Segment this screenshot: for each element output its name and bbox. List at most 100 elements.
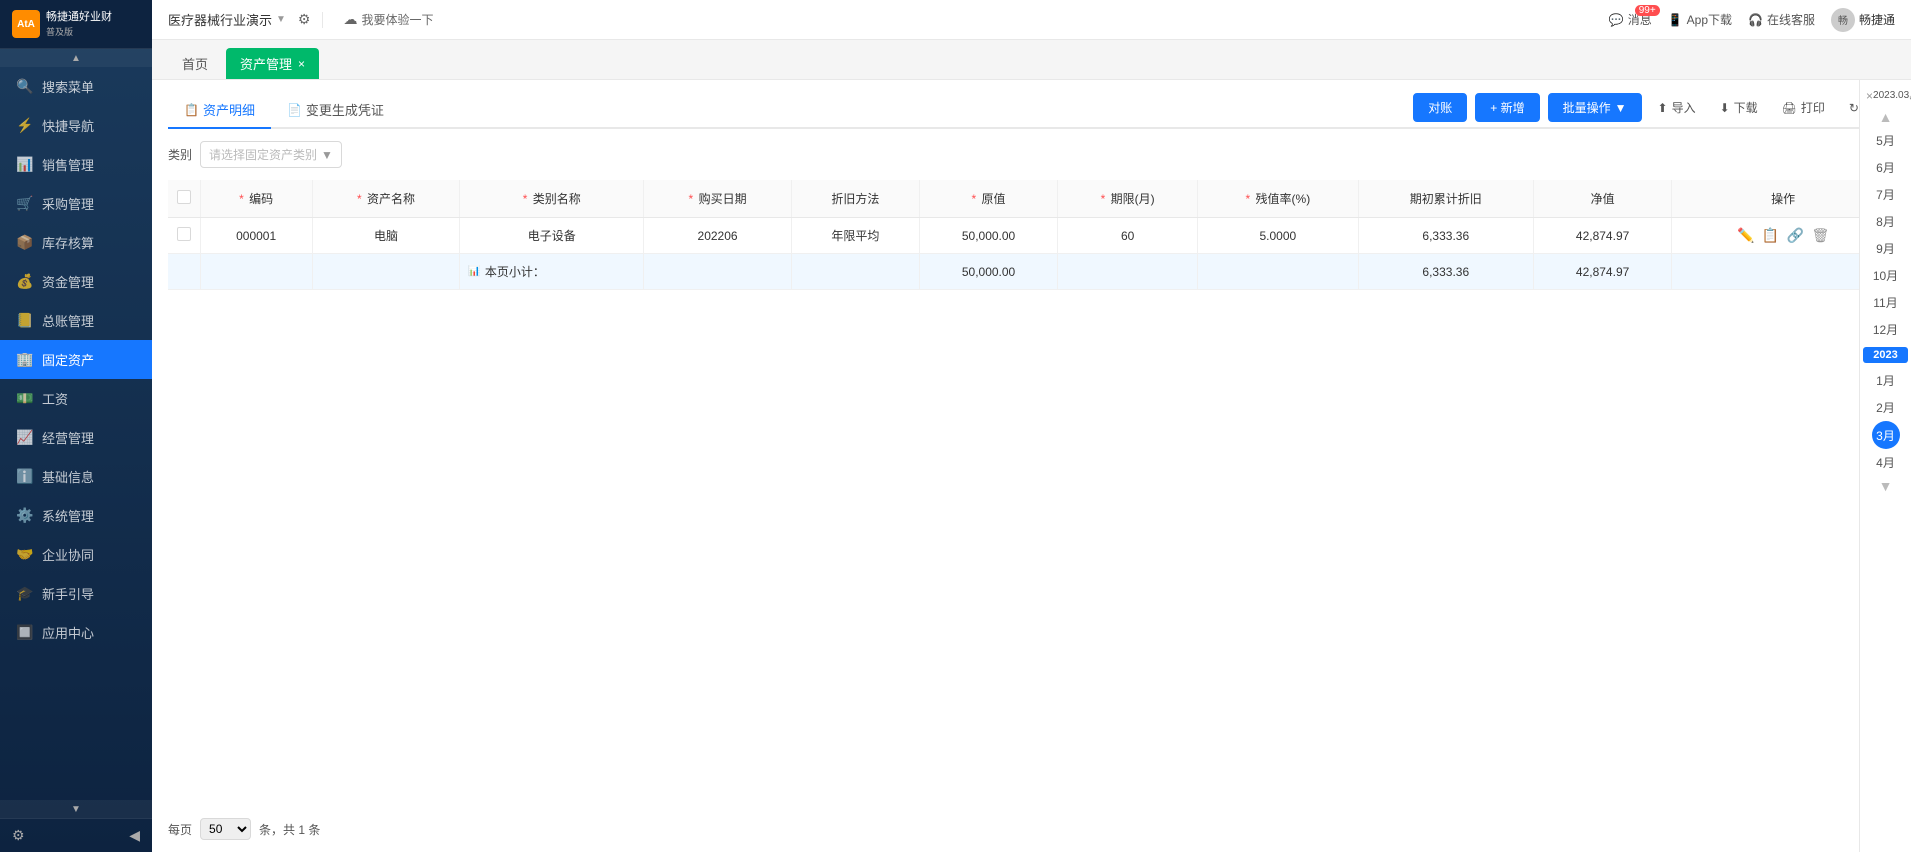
month-6[interactable]: 6月 [1860, 154, 1911, 181]
delete-btn[interactable]: 🗑 [1811, 227, 1829, 243]
month-mar-active[interactable]: 3月 [1872, 421, 1900, 449]
sidebar-item-search[interactable]: 🔍 搜索菜单 [0, 67, 152, 106]
download-btn[interactable]: 📱 App下载 [1668, 11, 1732, 28]
per-page-select[interactable]: 50 10 20 100 [200, 818, 251, 840]
month-apr[interactable]: 4月 [1860, 449, 1911, 476]
sidebar-item-salary[interactable]: 💵 工资 [0, 379, 152, 418]
sidebar-item-inventory[interactable]: 📦 库存核算 [0, 223, 152, 262]
headset-icon: 🎧 [1748, 13, 1763, 27]
subtotal-original-value: 50,000.00 [919, 254, 1057, 290]
share-btn[interactable]: 🔗 [1787, 227, 1804, 243]
ledger-icon: 📒 [16, 312, 34, 329]
toolbar-right-group: 对账 + 新增 批量操作 ▼ ⬆ 导入 ⬇ 下载 [1413, 93, 1895, 126]
filter-bar: 类别 请选择固定资产类别 ▼ [168, 141, 1895, 168]
col-original-value: * 原值 [919, 180, 1057, 218]
experience-label: 我要体验一下 [361, 11, 433, 28]
sidebar-scroll-up[interactable]: ▲ [0, 49, 152, 67]
panel-close-btn[interactable]: × [1866, 89, 1873, 103]
guide-icon: 🎓 [16, 585, 34, 602]
tab-close-btn[interactable]: × [298, 57, 305, 71]
panel-scroll-down[interactable]: ▼ [1877, 476, 1895, 496]
month-11[interactable]: 11月 [1860, 289, 1911, 316]
collapse-icon[interactable]: ◀ [129, 827, 140, 844]
coop-icon: 🤝 [16, 546, 34, 563]
sidebar-item-guide[interactable]: 🎓 新手引导 [0, 574, 152, 613]
topbar-right: 💬 消息 99+ 📱 App下载 🎧 在线客服 畅 畅捷通 [1609, 8, 1895, 32]
filter-label: 类别 [168, 146, 192, 163]
sidebar-item-ledger[interactable]: 📒 总账管理 [0, 301, 152, 340]
system-icon: ⚙️ [16, 507, 34, 524]
batch-btn[interactable]: 批量操作 ▼ [1548, 93, 1642, 122]
apps-icon: 🔲 [16, 624, 34, 641]
sidebar-item-system[interactable]: ⚙️ 系统管理 [0, 496, 152, 535]
sidebar-item-sales[interactable]: 📊 销售管理 [0, 145, 152, 184]
content-area: 📋 资产明细 📄 变更生成凭证 对账 + 新增 批量操作 ▼ [152, 80, 1911, 852]
import-btn[interactable]: ⬆ 导入 [1650, 94, 1704, 121]
category-filter[interactable]: 请选择固定资产类别 ▼ [200, 141, 342, 168]
app-edition: 普及版 [46, 25, 112, 38]
sidebar-item-funds[interactable]: 💰 资金管理 [0, 262, 152, 301]
sidebar-scroll-down[interactable]: ▼ [0, 800, 152, 818]
new-btn[interactable]: + 新增 [1475, 93, 1539, 122]
sidebar-item-quicknav[interactable]: ⚡ 快捷导航 [0, 106, 152, 145]
sidebar-item-basic[interactable]: ℹ️ 基础信息 [0, 457, 152, 496]
row-checkbox[interactable] [177, 227, 191, 241]
inventory-icon: 📦 [16, 234, 34, 251]
logo-icon: AtA [12, 10, 40, 38]
sidebar-item-ops[interactable]: 📈 经营管理 [0, 418, 152, 457]
tabbar: 首页 资产管理 × [152, 40, 1911, 80]
company-selector[interactable]: 医疗器械行业演示 ▼ [168, 10, 286, 29]
sidebar-bottom: ⚙ ◀ [0, 818, 152, 852]
cell-name: 电脑 [312, 218, 460, 254]
sidebar-item-fixed[interactable]: 🏢 固定资产 [0, 340, 152, 379]
cloud-icon: ☁ [343, 11, 357, 28]
assets-tab-icon: 📋 [184, 103, 199, 117]
download-btn[interactable]: ⬇ 下载 [1712, 94, 1766, 121]
mobile-icon: 📱 [1668, 13, 1683, 27]
sidebar-nav: 🔍 搜索菜单 ⚡ 快捷导航 📊 销售管理 🛒 采购管理 📦 库存核算 💰 资金管… [0, 67, 152, 800]
tab-assets[interactable]: 资产管理 × [226, 48, 319, 79]
sidebar-item-purchase[interactable]: 🛒 采购管理 [0, 184, 152, 223]
sidebar-item-coop[interactable]: 🤝 企业协同 [0, 535, 152, 574]
copy-btn[interactable]: 📋 [1762, 227, 1779, 243]
main-body: 📋 资产明细 📄 变更生成凭证 对账 + 新增 批量操作 ▼ [152, 80, 1911, 852]
salary-icon: 💵 [16, 390, 34, 407]
tab-home[interactable]: 首页 [168, 48, 222, 79]
subtotal-net-value: 42,874.97 [1533, 254, 1671, 290]
col-name: * 资产名称 [312, 180, 460, 218]
panel-scroll-up[interactable]: ▲ [1877, 107, 1895, 127]
table-row: 000001 电脑 电子设备 202206 年限平均 50,000.00 60 … [168, 218, 1895, 254]
company-name: 医疗器械行业演示 [168, 10, 272, 29]
service-btn[interactable]: 🎧 在线客服 [1748, 11, 1815, 28]
cell-code: 000001 [200, 218, 312, 254]
col-code: * 编码 [200, 180, 312, 218]
col-period: * 期限(月) [1058, 180, 1198, 218]
month-5[interactable]: 5月 [1860, 127, 1911, 154]
avatar: 畅 [1831, 8, 1855, 32]
month-jan[interactable]: 1月 [1860, 367, 1911, 394]
company-dropdown-arrow: ▼ [276, 14, 286, 25]
user-menu[interactable]: 畅 畅捷通 [1831, 8, 1895, 32]
select-all-checkbox[interactable] [177, 190, 191, 204]
month-9[interactable]: 9月 [1860, 235, 1911, 262]
fixed-icon: 🏢 [16, 351, 34, 368]
sub-tab-assets[interactable]: 📋 资产明细 [168, 92, 271, 129]
message-btn[interactable]: 💬 消息 99+ [1609, 11, 1652, 28]
table-header-row: * 编码 * 资产名称 * 类别名称 [168, 180, 1895, 218]
sidebar-item-apps[interactable]: 🔲 应用中心 [0, 613, 152, 652]
month-7[interactable]: 7月 [1860, 181, 1911, 208]
settings-icon[interactable]: ⚙ [12, 827, 25, 844]
experience-btn[interactable]: ☁ 我要体验一下 [343, 11, 433, 28]
month-8[interactable]: 8月 [1860, 208, 1911, 235]
edit-btn[interactable]: ✏️ [1737, 227, 1754, 243]
month-12[interactable]: 12月 [1860, 316, 1911, 343]
cell-period: 60 [1058, 218, 1198, 254]
sub-tab-voucher[interactable]: 📄 变更生成凭证 [271, 92, 400, 129]
account-btn[interactable]: 对账 [1413, 93, 1467, 122]
gear-icon[interactable]: ⚙ [298, 11, 311, 28]
print-btn[interactable]: 🖨 打印 [1774, 94, 1833, 121]
month-10[interactable]: 10月 [1860, 262, 1911, 289]
month-feb[interactable]: 2月 [1860, 394, 1911, 421]
month-list: 5月 6月 7月 8月 9月 10月 11月 12月 [1860, 127, 1911, 343]
main-area: 医疗器械行业演示 ▼ ⚙ ☁ 我要体验一下 💬 消息 99+ 📱 App下载 🎧… [152, 0, 1911, 852]
